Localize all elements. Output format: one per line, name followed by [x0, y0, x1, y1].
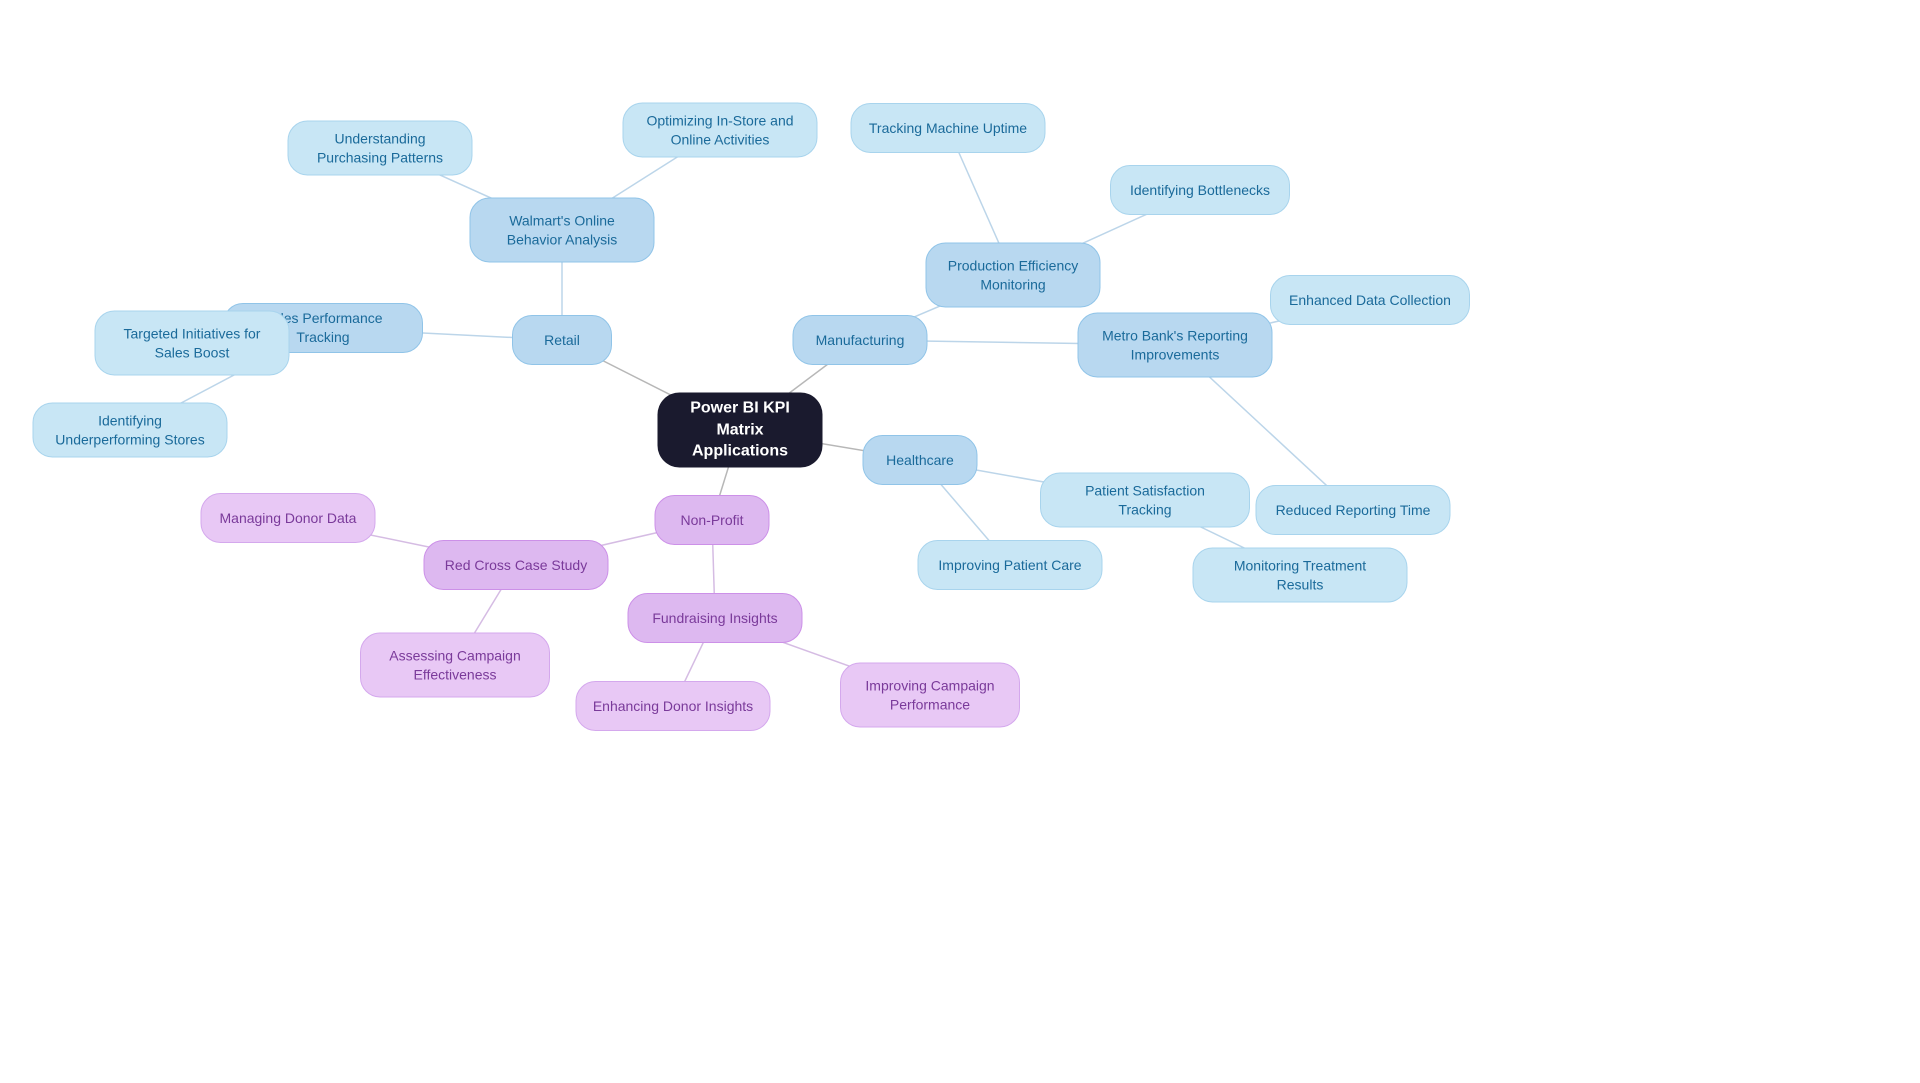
node-production: Production Efficiency Monitoring — [926, 243, 1101, 308]
node-manufacturing: Manufacturing — [793, 315, 928, 365]
node-healthcare: Healthcare — [863, 435, 978, 485]
node-assessing: Assessing Campaign Effectiveness — [360, 633, 550, 698]
node-nonprofit: Non-Profit — [655, 495, 770, 545]
node-bottlenecks: Identifying Bottlenecks — [1110, 165, 1290, 215]
node-metro: Metro Bank's Reporting Improvements — [1078, 313, 1273, 378]
node-walmart: Walmart's Online Behavior Analysis — [470, 198, 655, 263]
node-improving-patient: Improving Patient Care — [918, 540, 1103, 590]
node-enhancing: Enhancing Donor Insights — [576, 681, 771, 731]
node-trackingmachine: Tracking Machine Uptime — [851, 103, 1046, 153]
node-enhanced: Enhanced Data Collection — [1270, 275, 1470, 325]
node-managing: Managing Donor Data — [201, 493, 376, 543]
node-retail: Retail — [512, 315, 612, 365]
node-reduced: Reduced Reporting Time — [1256, 485, 1451, 535]
node-monitoring: Monitoring Treatment Results — [1193, 548, 1408, 603]
center-node: Power BI KPI Matrix Applications — [658, 393, 823, 468]
node-fundraising: Fundraising Insights — [628, 593, 803, 643]
node-targeted: Targeted Initiatives for Sales Boost — [95, 311, 290, 376]
node-improving-campaign: Improving Campaign Performance — [840, 663, 1020, 728]
node-identifying: Identifying Underperforming Stores — [33, 403, 228, 458]
node-optimizing: Optimizing In-Store and Online Activitie… — [623, 103, 818, 158]
node-patient: Patient Satisfaction Tracking — [1040, 473, 1250, 528]
node-understanding: Understanding Purchasing Patterns — [288, 121, 473, 176]
node-redcross: Red Cross Case Study — [424, 540, 609, 590]
